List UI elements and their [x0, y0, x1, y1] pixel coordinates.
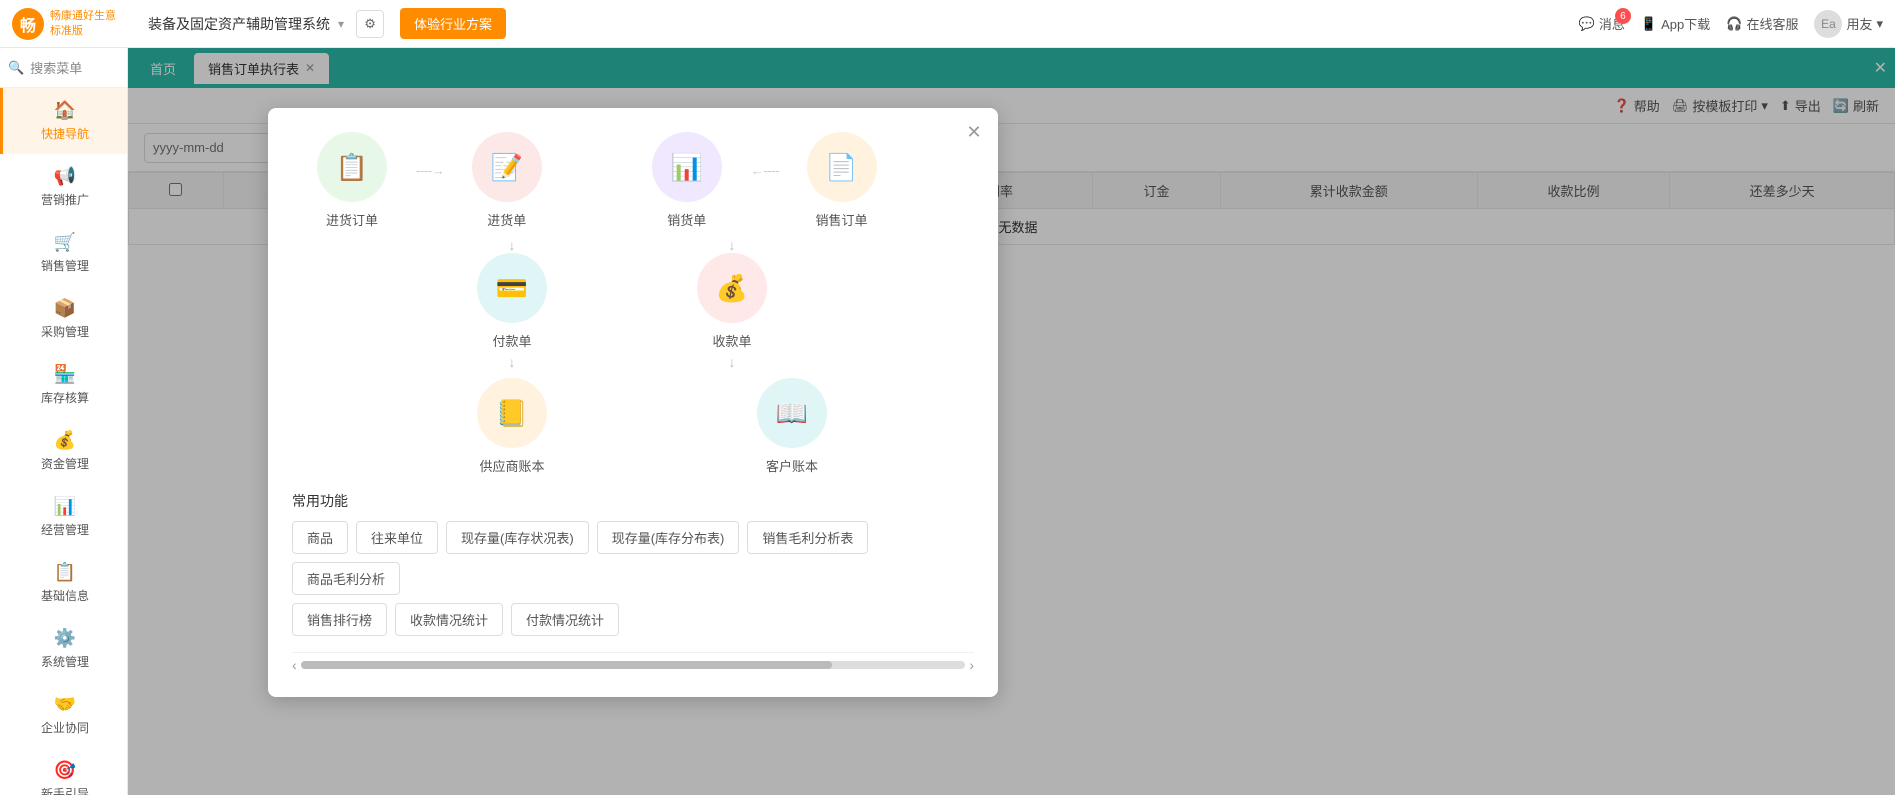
marketing-icon: 📢 [54, 166, 76, 187]
common-functions-title: 常用功能 [292, 491, 974, 511]
home-icon: 🏠 [54, 100, 76, 121]
scroll-thumb[interactable] [301, 661, 833, 669]
cf-btn-payment-stats[interactable]: 付款情况统计 [511, 603, 619, 636]
online-service-button[interactable]: 🎧 在线客服 [1726, 14, 1798, 33]
flow-node-customer-ledger: 📖 客户账本 [732, 378, 852, 475]
flow-node-receipt-bill: 💰 收款单 [672, 253, 792, 350]
flow-node-purchase-bill: 📝 进货单 [447, 132, 567, 229]
sales-bill-icon[interactable]: 📊 [652, 132, 722, 202]
system-dropdown-icon[interactable]: ▾ [338, 17, 344, 31]
operation-icon: 📊 [54, 496, 76, 517]
purchase-icon: 📦 [54, 298, 76, 319]
search-icon: 🔍 [8, 60, 24, 76]
system-icon: ⚙️ [54, 628, 76, 649]
service-icon: 🎧 [1726, 16, 1742, 32]
scroll-track[interactable] [301, 661, 966, 669]
user-chevron-icon: ▾ [1876, 16, 1883, 32]
cf-btn-product-margin[interactable]: 商品毛利分析 [292, 562, 400, 595]
logo-text: 畅康通好生意 标准版 [50, 9, 116, 38]
message-button[interactable]: 💬 消息 6 [1579, 14, 1625, 33]
sidebar: 🔍 搜索菜单 🏠 快捷导航 📢 营销推广 🛒 销售管理 📦 采购管理 🏪 [0, 48, 128, 795]
logo-icon: 畅 [12, 8, 44, 40]
flow-node-sales-bill: 📊 销货单 [627, 132, 747, 229]
sales-order-icon[interactable]: 📄 [807, 132, 877, 202]
app-download-button[interactable]: 📱 App下载 [1641, 14, 1710, 33]
inventory-icon: 🏪 [54, 364, 76, 385]
modal-overlay[interactable]: ✕ 📋 进货订单 [128, 48, 1895, 795]
sidebar-item-collab[interactable]: 🤝 企业协同 [0, 682, 127, 748]
sidebar-item-system[interactable]: ⚙️ 系统管理 [0, 616, 127, 682]
system-name: 装备及固定资产辅助管理系统 [148, 14, 330, 34]
scroll-right-icon[interactable]: › [969, 657, 974, 673]
cf-btn-stock-dist[interactable]: 现存量(库存分布表) [597, 521, 740, 554]
top-right-area: 💬 消息 6 📱 App下载 🎧 在线客服 Ea 用友 ▾ [1579, 10, 1883, 38]
trial-button[interactable]: 体验行业方案 [400, 8, 506, 39]
purchase-order-icon[interactable]: 📋 [317, 132, 387, 202]
sales-icon: 🛒 [54, 232, 76, 253]
payment-bill-icon[interactable]: 💳 [477, 253, 547, 323]
search-menu-button[interactable]: 🔍 搜索菜单 [0, 48, 127, 88]
customer-ledger-icon[interactable]: 📖 [757, 378, 827, 448]
cf-btn-stock-status[interactable]: 现存量(库存状况表) [446, 521, 589, 554]
settings-icon[interactable]: ⚙ [356, 10, 384, 38]
system-title: 装备及固定资产辅助管理系统 ▾ ⚙ 体验行业方案 [148, 8, 506, 39]
sidebar-item-operation[interactable]: 📊 经营管理 [0, 484, 127, 550]
message-icon: 💬 [1579, 16, 1595, 32]
app-container: 畅 畅康通好生意 标准版 装备及固定资产辅助管理系统 ▾ ⚙ 体验行业方案 💬 … [0, 0, 1895, 795]
sidebar-item-inventory[interactable]: 🏪 库存核算 [0, 352, 127, 418]
finance-icon: 💰 [54, 430, 76, 451]
flow-node-payment-bill: 💳 付款单 [452, 253, 572, 350]
basic-icon: 📋 [54, 562, 76, 583]
sidebar-item-newbie[interactable]: 🎯 新手引导 [0, 748, 127, 795]
main-area: 🔍 搜索菜单 🏠 快捷导航 📢 营销推广 🛒 销售管理 📦 采购管理 🏪 [0, 48, 1895, 795]
sidebar-item-finance[interactable]: 💰 资金管理 [0, 418, 127, 484]
download-icon: 📱 [1641, 16, 1657, 32]
sidebar-item-purchase[interactable]: 📦 采购管理 [0, 286, 127, 352]
collab-icon: 🤝 [54, 694, 76, 715]
content-area: 首页 销售订单执行表 ✕ ✕ ❓ 帮助 🖨 按模板打印 ▾ [128, 48, 1895, 795]
sidebar-item-sales[interactable]: 🛒 销售管理 [0, 220, 127, 286]
sidebar-item-quick-nav[interactable]: 🏠 快捷导航 [0, 88, 127, 154]
sidebar-item-basic[interactable]: 📋 基础信息 [0, 550, 127, 616]
scroll-left-icon[interactable]: ‹ [292, 657, 297, 673]
common-function-buttons: 商品 往来单位 现存量(库存状况表) 现存量(库存分布表) 销售毛利分析表 商品… [292, 521, 974, 595]
modal-scrollbar: ‹ › [292, 652, 974, 673]
flow-node-supplier-ledger: 📒 供应商账本 [452, 378, 572, 475]
common-functions-section: 常用功能 商品 往来单位 现存量(库存状况表) 现存量(库存分布表) 销售毛利分… [292, 491, 974, 636]
top-bar: 畅 畅康通好生意 标准版 装备及固定资产辅助管理系统 ▾ ⚙ 体验行业方案 💬 … [0, 0, 1895, 48]
avatar: Ea [1814, 10, 1842, 38]
message-badge: 6 [1615, 8, 1631, 24]
cf-btn-sales-margin[interactable]: 销售毛利分析表 [747, 521, 868, 554]
flow-node-purchase-order: 📋 进货订单 [292, 132, 412, 229]
receipt-bill-icon[interactable]: 💰 [697, 253, 767, 323]
modal: ✕ 📋 进货订单 [268, 108, 998, 697]
purchase-bill-icon[interactable]: 📝 [472, 132, 542, 202]
logo-area: 畅 畅康通好生意 标准版 [12, 8, 140, 40]
cf-btn-sales-ranking[interactable]: 销售排行榜 [292, 603, 387, 636]
cf-btn-product[interactable]: 商品 [292, 521, 348, 554]
supplier-ledger-icon[interactable]: 📒 [477, 378, 547, 448]
newbie-icon: 🎯 [54, 760, 76, 781]
flow-node-sales-order: 📄 销售订单 [782, 132, 902, 229]
common-function-buttons-row2: 销售排行榜 收款情况统计 付款情况统计 [292, 603, 974, 636]
cf-btn-partner[interactable]: 往来单位 [356, 521, 438, 554]
user-menu[interactable]: Ea 用友 ▾ [1814, 10, 1883, 38]
cf-btn-receipt-stats[interactable]: 收款情况统计 [395, 603, 503, 636]
sidebar-item-marketing[interactable]: 📢 营销推广 [0, 154, 127, 220]
modal-close-button[interactable]: ✕ [962, 120, 986, 144]
